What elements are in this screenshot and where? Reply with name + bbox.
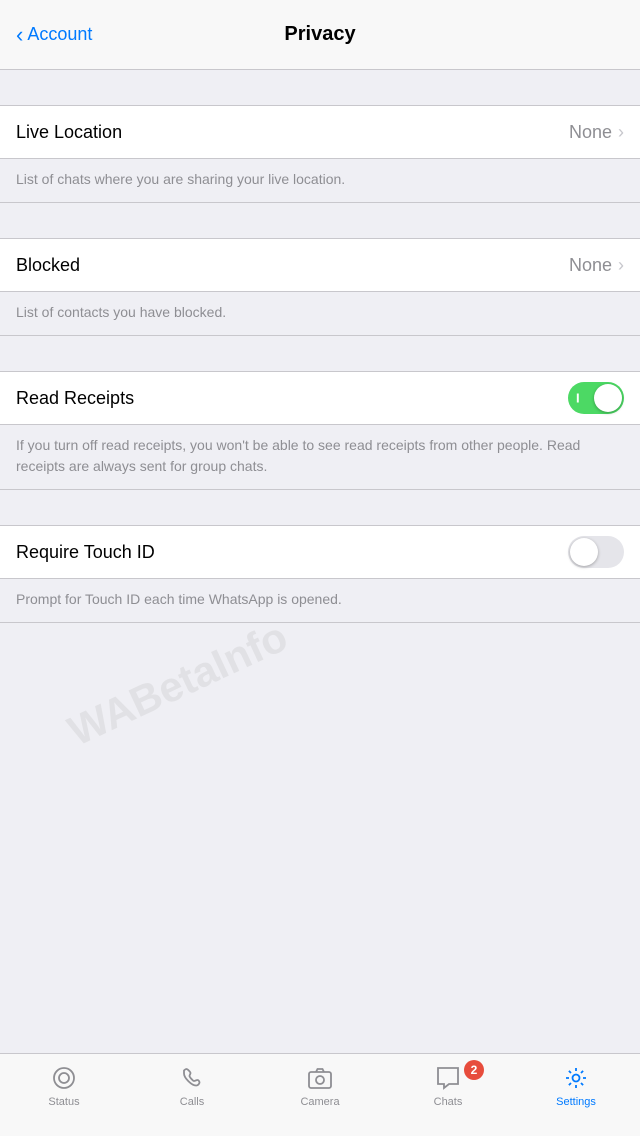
navigation-header: ‹ Account Privacy: [0, 0, 640, 70]
live-location-chevron-icon: ›: [618, 122, 624, 143]
tab-settings-label: Settings: [556, 1096, 596, 1108]
blocked-value: None: [569, 255, 612, 276]
blocked-chevron-icon: ›: [618, 255, 624, 276]
touch-id-toggle[interactable]: [568, 536, 624, 568]
blocked-description: List of contacts you have blocked.: [0, 292, 640, 336]
live-location-description: List of chats where you are sharing your…: [0, 159, 640, 203]
live-location-description-text: List of chats where you are sharing your…: [16, 171, 345, 187]
section-gap-3: [0, 336, 640, 371]
tab-bar: Status Calls Camera 2 Chats: [0, 1053, 640, 1136]
page-title: Privacy: [284, 23, 355, 46]
section-gap-2: [0, 203, 640, 238]
touch-id-description-text: Prompt for Touch ID each time WhatsApp i…: [16, 591, 342, 607]
section-gap-top: [0, 70, 640, 105]
chats-icon: [434, 1064, 462, 1092]
blocked-description-text: List of contacts you have blocked.: [16, 304, 226, 320]
toggle-thumb: [594, 384, 622, 412]
read-receipts-description-text: If you turn off read receipts, you won't…: [16, 437, 580, 474]
camera-icon: [306, 1064, 334, 1092]
tab-chats[interactable]: 2 Chats: [398, 1064, 498, 1108]
live-location-group: Live Location None ›: [0, 105, 640, 159]
touch-id-description: Prompt for Touch ID each time WhatsApp i…: [0, 579, 640, 623]
chats-badge: 2: [464, 1060, 484, 1080]
touch-id-row: Require Touch ID: [0, 526, 640, 578]
tab-camera-label: Camera: [300, 1096, 339, 1108]
blocked-row[interactable]: Blocked None ›: [0, 239, 640, 291]
live-location-row[interactable]: Live Location None ›: [0, 106, 640, 158]
settings-icon: [562, 1064, 590, 1092]
status-icon: [50, 1064, 78, 1092]
tab-chats-label: Chats: [434, 1096, 463, 1108]
live-location-value: None: [569, 122, 612, 143]
back-button[interactable]: ‹ Account: [16, 22, 92, 48]
touch-id-toggle-thumb: [570, 538, 598, 566]
blocked-group: Blocked None ›: [0, 238, 640, 292]
tab-settings[interactable]: Settings: [526, 1064, 626, 1108]
read-receipts-toggle[interactable]: I: [568, 382, 624, 414]
tab-calls[interactable]: Calls: [142, 1064, 242, 1108]
read-receipts-label: Read Receipts: [16, 388, 134, 409]
back-chevron-icon: ‹: [16, 22, 23, 48]
tab-status-label: Status: [48, 1096, 79, 1108]
live-location-label: Live Location: [16, 122, 122, 143]
read-receipts-row: Read Receipts I: [0, 372, 640, 424]
read-receipts-description: If you turn off read receipts, you won't…: [0, 425, 640, 490]
back-label: Account: [27, 24, 92, 45]
calls-icon: [178, 1064, 206, 1092]
touch-id-label: Require Touch ID: [16, 542, 155, 563]
blocked-label: Blocked: [16, 255, 80, 276]
tab-status[interactable]: Status: [14, 1064, 114, 1108]
tab-calls-label: Calls: [180, 1096, 204, 1108]
read-receipts-group: Read Receipts I: [0, 371, 640, 425]
touch-id-group: Require Touch ID: [0, 525, 640, 579]
live-location-right: None ›: [569, 122, 624, 143]
toggle-on-label: I: [576, 391, 580, 406]
section-gap-4: [0, 490, 640, 525]
blocked-right: None ›: [569, 255, 624, 276]
tab-camera[interactable]: Camera: [270, 1064, 370, 1108]
